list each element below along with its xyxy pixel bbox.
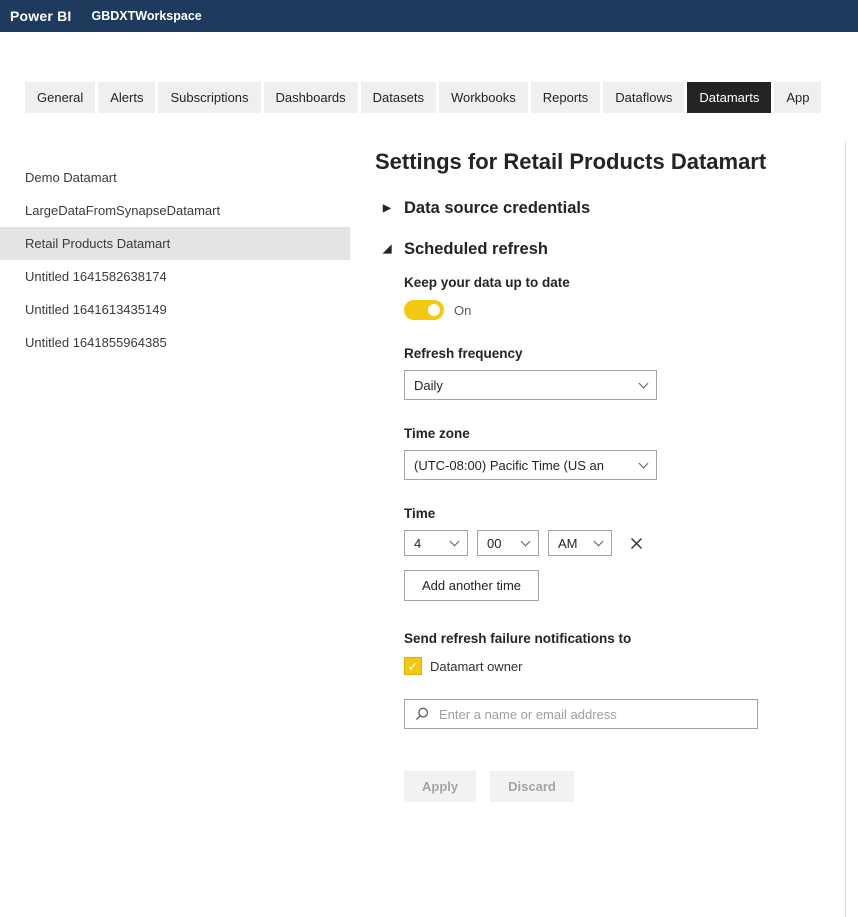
credentials-section-label: Data source credentials [404, 199, 591, 217]
tab-general[interactable]: General [25, 82, 96, 113]
chevron-down-icon [638, 458, 649, 468]
action-buttons: Apply Discard [404, 771, 825, 802]
list-item-demo-datamart[interactable]: Demo Datamart [0, 161, 350, 194]
workspace-name: GBDXTWorkspace [91, 9, 202, 23]
discard-button[interactable]: Discard [490, 771, 574, 802]
refresh-frequency-select[interactable]: Daily [404, 370, 657, 400]
minute-value: 00 [487, 535, 502, 551]
notification-email-input[interactable] [404, 699, 758, 729]
tab-reports[interactable]: Reports [530, 82, 601, 113]
settings-pane: Settings for Retail Products Datamart ▶ … [350, 141, 846, 917]
time-zone-value: (UTC-08:00) Pacific Time (US an [414, 457, 604, 473]
tab-dataflows[interactable]: Dataflows [603, 82, 685, 113]
datamart-owner-checkbox[interactable]: ✓ [404, 657, 422, 675]
apply-button[interactable]: Apply [404, 771, 477, 802]
remove-time-button[interactable] [629, 536, 644, 551]
refresh-toggle-row: On [404, 300, 825, 320]
tab-app[interactable]: App [774, 82, 822, 113]
chevron-right-icon: ▶ [383, 202, 391, 214]
keep-up-to-date-label: Keep your data up to date [404, 275, 570, 290]
scheduled-refresh-body: Keep your data up to date On Refresh fre… [404, 275, 825, 802]
section-scheduled-refresh[interactable]: ◢ Scheduled refresh [383, 240, 825, 259]
toggle-state-label: On [454, 302, 472, 318]
list-item-untitled-2[interactable]: Untitled 1641613435149 [0, 293, 350, 326]
chevron-expanded-icon: ◢ [383, 243, 392, 255]
meridiem-value: AM [558, 535, 578, 551]
content-area: Demo Datamart LargeDataFromSynapseDatama… [0, 141, 858, 917]
datamart-owner-label: Datamart owner [430, 658, 523, 674]
tab-datasets[interactable]: Datasets [360, 82, 436, 113]
settings-tab-bar: General Alerts Subscriptions Dashboards … [25, 82, 858, 113]
chevron-down-icon [449, 536, 460, 546]
tab-subscriptions[interactable]: Subscriptions [158, 82, 261, 113]
list-item-retail-products[interactable]: Retail Products Datamart [0, 227, 350, 260]
datamart-list: Demo Datamart LargeDataFromSynapseDatama… [0, 141, 350, 917]
time-zone-select[interactable]: (UTC-08:00) Pacific Time (US an [404, 450, 657, 480]
meridiem-select[interactable]: AM [548, 530, 612, 556]
list-item-untitled-3[interactable]: Untitled 1641855964385 [0, 326, 350, 359]
notification-email-wrap [404, 699, 758, 729]
refresh-section-label: Scheduled refresh [404, 240, 548, 258]
tab-datamarts[interactable]: Datamarts [687, 82, 772, 113]
chevron-down-icon [593, 536, 604, 546]
time-row: 4 00 AM [404, 530, 825, 556]
tab-workbooks[interactable]: Workbooks [438, 82, 528, 113]
time-zone-label: Time zone [404, 426, 470, 441]
powerbi-logo: Power BI [10, 8, 72, 24]
refresh-frequency-value: Daily [414, 377, 443, 393]
hour-value: 4 [414, 535, 422, 551]
chevron-down-icon [520, 536, 531, 546]
owner-checkbox-row: ✓ Datamart owner [404, 657, 825, 675]
list-item-untitled-1[interactable]: Untitled 1641582638174 [0, 260, 350, 293]
toggle-knob [428, 304, 440, 316]
chevron-down-icon [638, 378, 649, 388]
close-icon [631, 537, 642, 549]
tab-alerts[interactable]: Alerts [98, 82, 156, 113]
page-title: Settings for Retail Products Datamart [375, 149, 767, 174]
failure-notifications-label: Send refresh failure notifications to [404, 631, 632, 646]
hour-select[interactable]: 4 [404, 530, 468, 556]
topbar: Power BI GBDXTWorkspace [0, 0, 858, 32]
search-icon [415, 707, 429, 721]
list-item-largedatafromsynapse[interactable]: LargeDataFromSynapseDatamart [0, 194, 350, 227]
tab-dashboards[interactable]: Dashboards [263, 82, 358, 113]
section-data-source-credentials[interactable]: ▶ Data source credentials [383, 199, 825, 218]
add-another-time-button[interactable]: Add another time [404, 570, 540, 601]
time-label: Time [404, 506, 436, 521]
refresh-toggle[interactable] [404, 300, 444, 320]
minute-select[interactable]: 00 [477, 530, 539, 556]
refresh-frequency-label: Refresh frequency [404, 346, 523, 361]
